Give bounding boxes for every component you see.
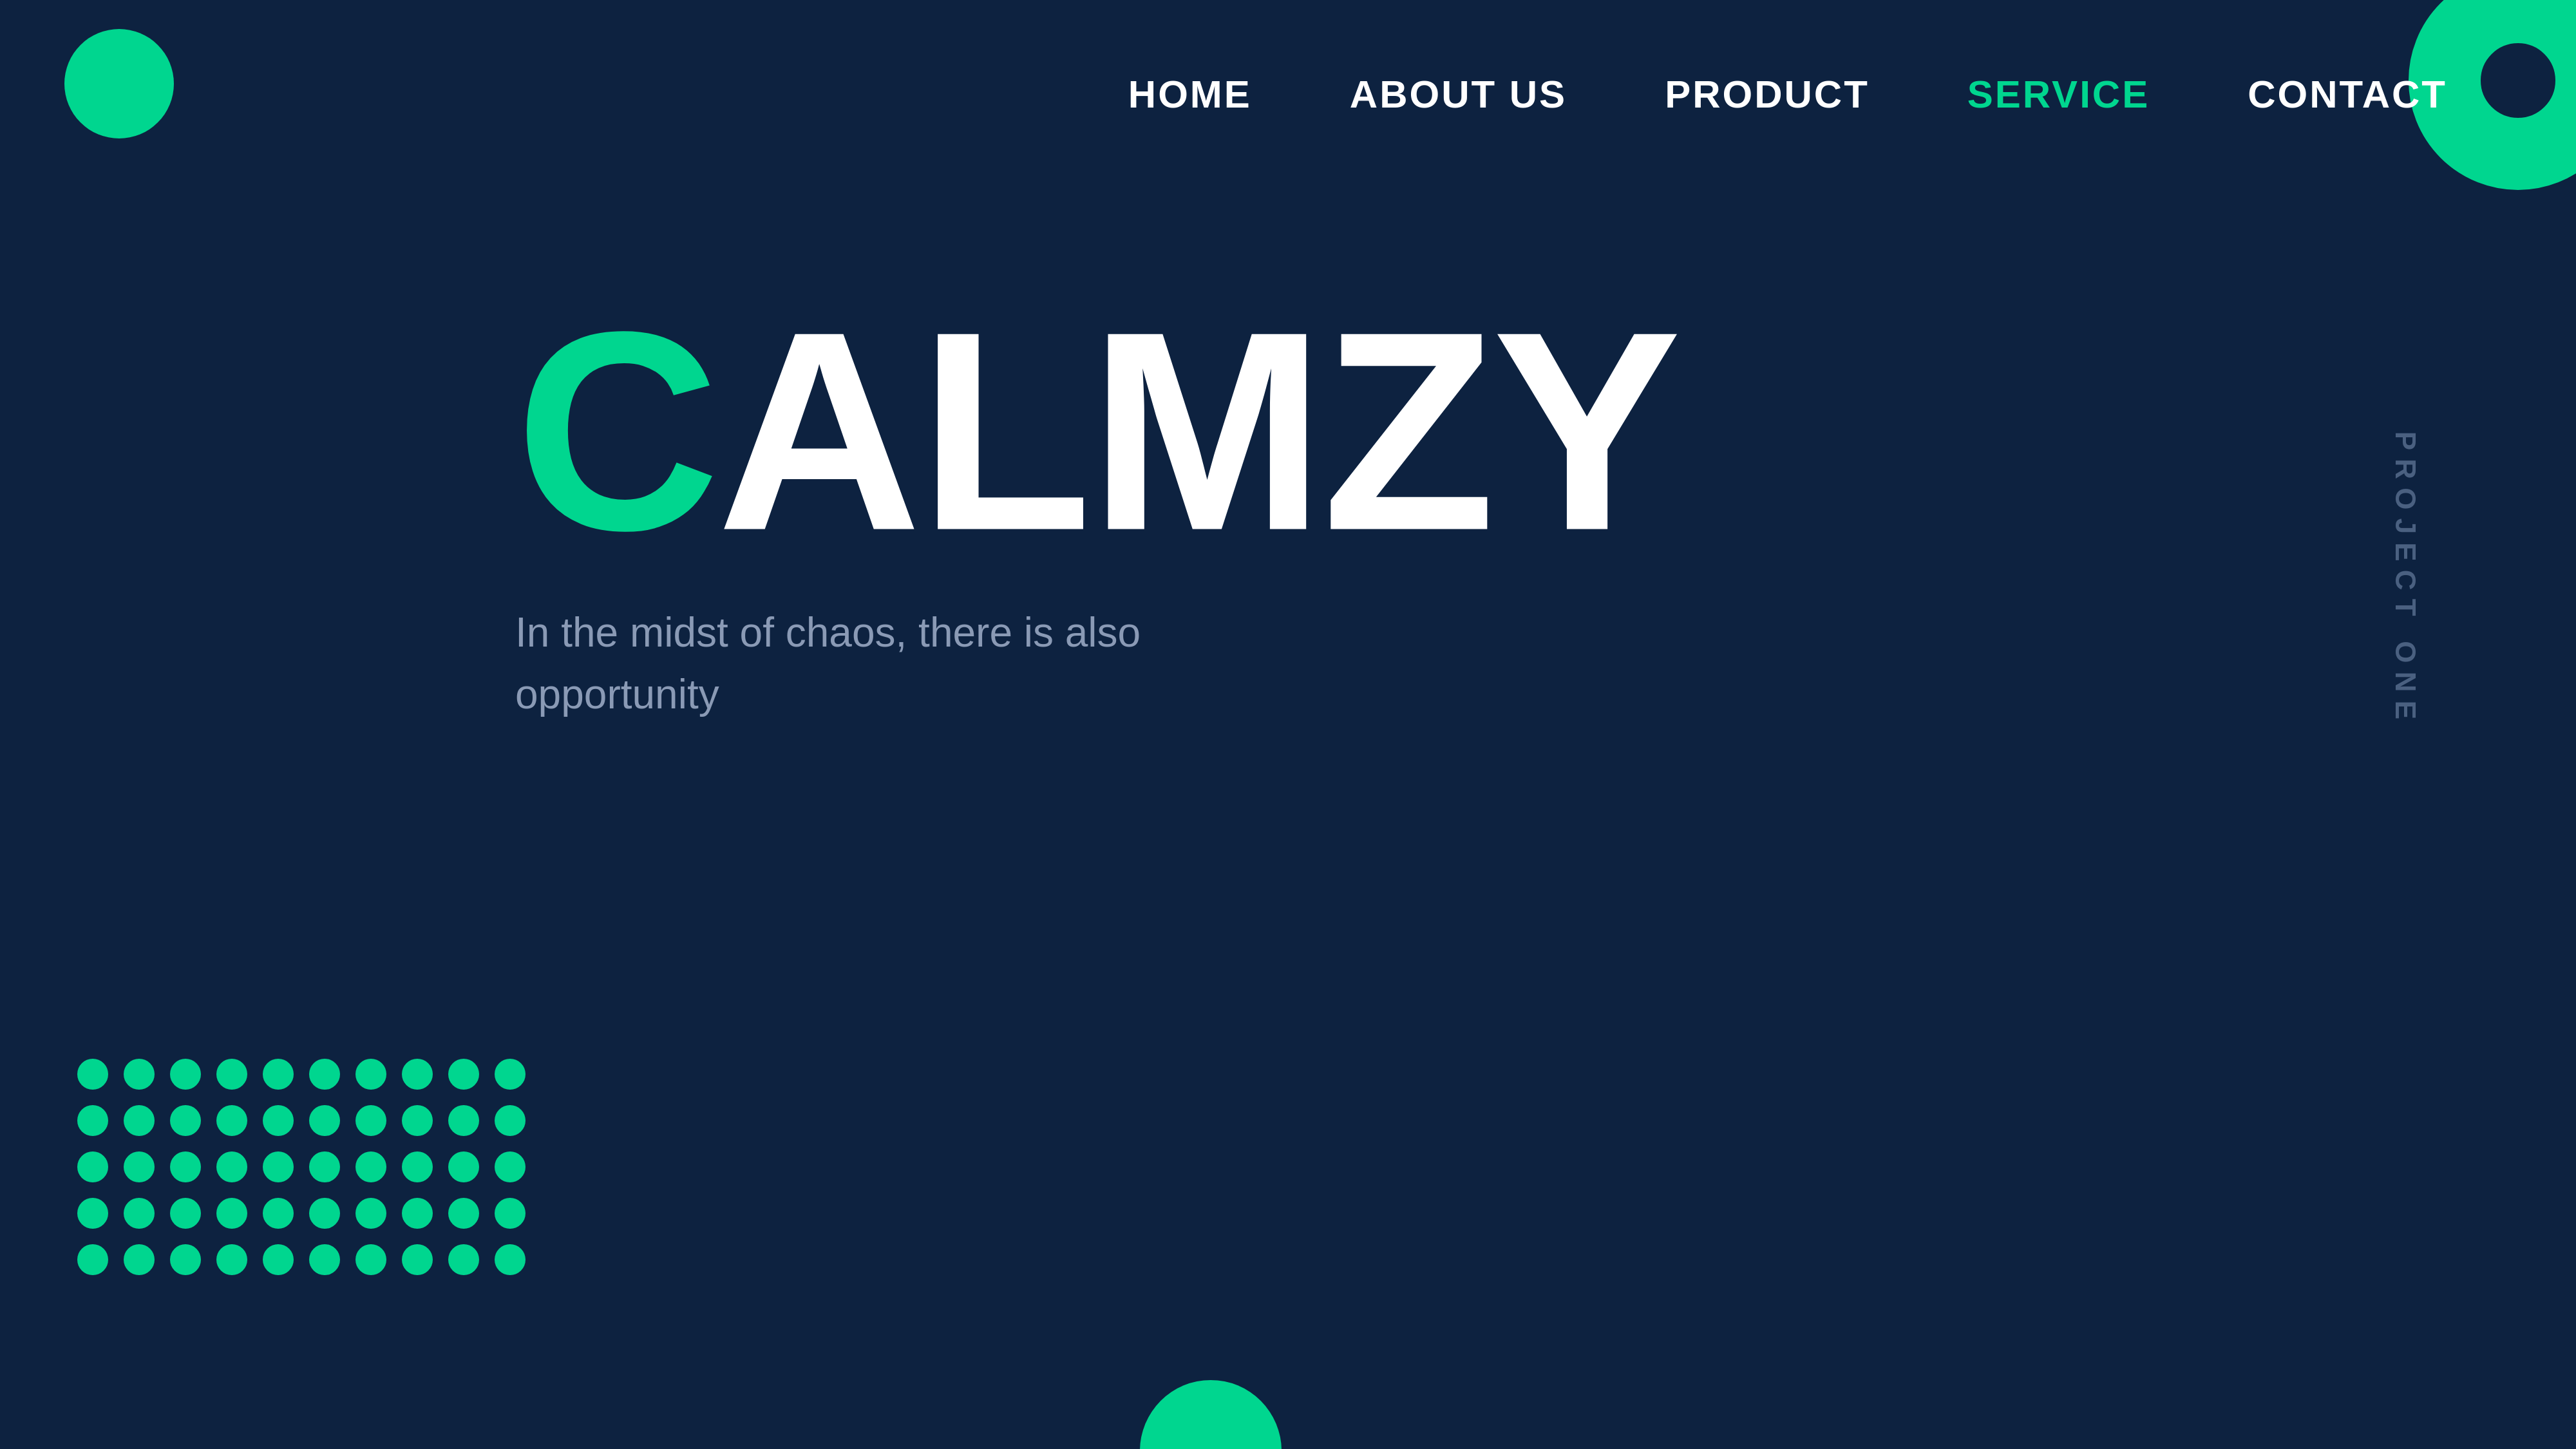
nav-item-service[interactable]: SERVICE xyxy=(1967,72,2150,117)
dot xyxy=(309,1105,340,1136)
dot xyxy=(124,1151,155,1182)
dot xyxy=(124,1105,155,1136)
tagline: In the midst of chaos, there is also opp… xyxy=(515,601,1340,725)
dot xyxy=(355,1151,386,1182)
dot xyxy=(448,1151,479,1182)
dot xyxy=(309,1244,340,1275)
dot xyxy=(402,1244,433,1275)
dot xyxy=(77,1244,108,1275)
dot xyxy=(495,1244,526,1275)
decoration-circle-bottom-center xyxy=(1140,1380,1282,1450)
dot xyxy=(355,1244,386,1275)
dot xyxy=(263,1198,294,1229)
dot xyxy=(124,1244,155,1275)
dot xyxy=(170,1105,201,1136)
dot xyxy=(263,1059,294,1090)
dot-grid-decoration xyxy=(77,1059,526,1275)
nav-item-about-us[interactable]: ABOUT US xyxy=(1350,72,1567,117)
dot xyxy=(170,1244,201,1275)
dot xyxy=(495,1059,526,1090)
dot xyxy=(263,1151,294,1182)
dot xyxy=(309,1151,340,1182)
dot xyxy=(77,1059,108,1090)
dot xyxy=(216,1151,247,1182)
dot xyxy=(124,1059,155,1090)
brand-title: CALMZY xyxy=(515,289,1679,573)
dot xyxy=(495,1151,526,1182)
dot xyxy=(263,1244,294,1275)
nav-item-contact[interactable]: CONTACT xyxy=(2248,72,2447,117)
dot xyxy=(170,1059,201,1090)
dot xyxy=(355,1059,386,1090)
dot xyxy=(448,1105,479,1136)
nav-item-home[interactable]: HOME xyxy=(1128,72,1252,117)
dot xyxy=(170,1198,201,1229)
dot xyxy=(448,1198,479,1229)
dot xyxy=(355,1105,386,1136)
brand-title-main: ALMZY xyxy=(717,272,1678,589)
brand-title-prefix: C xyxy=(515,272,717,589)
dot xyxy=(77,1105,108,1136)
dot xyxy=(309,1059,340,1090)
navigation: HOME ABOUT US PRODUCT SERVICE CONTACT xyxy=(0,0,2576,117)
dot xyxy=(355,1198,386,1229)
dot xyxy=(402,1198,433,1229)
dot xyxy=(402,1059,433,1090)
dot xyxy=(402,1151,433,1182)
dot xyxy=(216,1059,247,1090)
dot xyxy=(216,1244,247,1275)
dot xyxy=(216,1198,247,1229)
dot xyxy=(263,1105,294,1136)
dot xyxy=(77,1198,108,1229)
dot xyxy=(216,1105,247,1136)
dot xyxy=(309,1198,340,1229)
dot xyxy=(448,1059,479,1090)
dot xyxy=(495,1105,526,1136)
dot xyxy=(77,1151,108,1182)
dot xyxy=(170,1151,201,1182)
dot xyxy=(124,1198,155,1229)
nav-item-product[interactable]: PRODUCT xyxy=(1665,72,1870,117)
dot xyxy=(495,1198,526,1229)
dot xyxy=(448,1244,479,1275)
vertical-project-label: PROJECT ONE xyxy=(2389,431,2421,728)
dot xyxy=(402,1105,433,1136)
main-content: CALMZY In the midst of chaos, there is a… xyxy=(515,289,1679,725)
